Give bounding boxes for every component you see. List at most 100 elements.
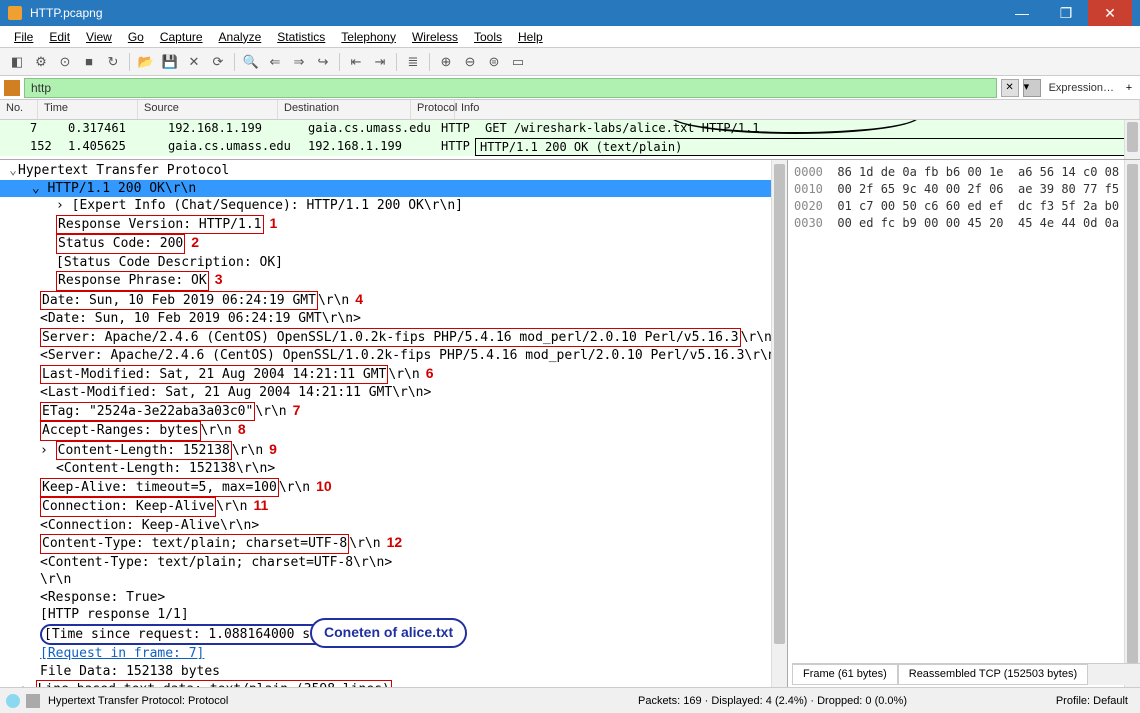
tb-stop-icon[interactable]: ■ (78, 51, 100, 73)
minimize-button[interactable]: — (1000, 0, 1044, 26)
tab-reassembled[interactable]: Reassembled TCP (152503 bytes) (898, 664, 1088, 685)
menu-capture[interactable]: Capture (152, 28, 211, 46)
menu-go[interactable]: Go (120, 28, 152, 46)
add-filter-button[interactable]: + (1122, 82, 1136, 94)
titlebar: HTTP.pcapng — ❐ ✕ (0, 0, 1140, 26)
tb-zoomout-icon[interactable]: ⊖ (459, 51, 481, 73)
detail-content-length-exp[interactable]: <Content-Length: 152138\r\n> (0, 460, 787, 478)
menu-statistics[interactable]: Statistics (269, 28, 333, 46)
detail-content-length[interactable]: › Content-Length: 152138\r\n9 (0, 441, 787, 461)
packet-row[interactable]: 152 1.405625 gaia.cs.umass.edu 192.168.1… (0, 138, 1140, 156)
capture-icon[interactable] (26, 694, 40, 708)
window-title: HTTP.pcapng (30, 6, 1000, 20)
packet-list-header: No. Time Source Destination Protocol Inf… (0, 100, 1140, 120)
packet-row[interactable]: 7 0.317461 192.168.1.199 gaia.cs.umass.e… (0, 120, 1140, 138)
detail-date[interactable]: Date: Sun, 10 Feb 2019 06:24:19 GMT\r\n4 (0, 291, 787, 311)
tb-next-icon[interactable]: ⇒ (288, 51, 310, 73)
tb-reload-icon[interactable]: ⟳ (207, 51, 229, 73)
statusbar: Hypertext Transfer Protocol: Protocol Pa… (0, 687, 1140, 713)
app-icon (8, 6, 22, 20)
window-buttons: — ❐ ✕ (1000, 0, 1132, 26)
expression-dropdown[interactable]: ▾ (1023, 79, 1041, 97)
detail-accept-ranges[interactable]: Accept-Ranges: bytes\r\n8 (0, 421, 787, 441)
hex-line: 0020 01 c7 00 50 c6 60 ed ef dc f3 5f 2a… (794, 198, 1134, 215)
col-destination[interactable]: Destination (278, 100, 411, 119)
bookmark-icon[interactable] (4, 80, 20, 96)
detail-content-type[interactable]: Content-Type: text/plain; charset=UTF-8\… (0, 534, 787, 554)
expert-icon[interactable] (6, 694, 20, 708)
col-info[interactable]: Info (455, 100, 1140, 119)
detail-server[interactable]: Server: Apache/2.4.6 (CentOS) OpenSSL/1.… (0, 328, 787, 348)
menu-analyze[interactable]: Analyze (211, 28, 270, 46)
clear-filter-button[interactable]: ✕ (1001, 79, 1019, 97)
detail-status-desc[interactable]: [Status Code Description: OK] (0, 254, 787, 272)
detail-etag[interactable]: ETag: "2524a-3e22aba3a03c0"\r\n7 (0, 402, 787, 422)
col-time[interactable]: Time (38, 100, 138, 119)
tb-zoomin-icon[interactable]: ⊕ (435, 51, 457, 73)
menu-view[interactable]: View (78, 28, 120, 46)
bytes-tabs: Frame (61 bytes) Reassembled TCP (152503… (792, 663, 1140, 685)
hex-scrollbar[interactable] (1124, 160, 1140, 713)
menu-telephony[interactable]: Telephony (333, 28, 404, 46)
tb-zoom100-icon[interactable]: ⊜ (483, 51, 505, 73)
detail-status-line[interactable]: ⌄ HTTP/1.1 200 OK\r\n (0, 180, 787, 198)
packet-bytes-pane[interactable]: 0000 86 1d de 0a fb b6 00 1e a6 56 14 c0… (788, 160, 1140, 713)
detail-date-exp[interactable]: <Date: Sun, 10 Feb 2019 06:24:19 GMT\r\n… (0, 310, 787, 328)
expression-label[interactable]: Expression… (1045, 82, 1118, 94)
menu-wireless[interactable]: Wireless (404, 28, 466, 46)
detail-file-data[interactable]: File Data: 152138 bytes (0, 663, 787, 681)
status-center: Packets: 169 · Displayed: 4 (2.4%) · Dro… (531, 695, 1014, 707)
detail-lastmod-exp[interactable]: <Last-Modified: Sat, 21 Aug 2004 14:21:1… (0, 384, 787, 402)
tb-resize-icon[interactable]: ▭ (507, 51, 529, 73)
tb-prev-icon[interactable]: ⇐ (264, 51, 286, 73)
status-left: Hypertext Transfer Protocol: Protocol (48, 695, 531, 707)
close-button[interactable]: ✕ (1088, 0, 1132, 26)
detail-response-phrase[interactable]: Response Phrase: OK3 (0, 271, 787, 291)
detail-connection-exp[interactable]: <Connection: Keep-Alive\r\n> (0, 517, 787, 535)
packet-details-pane[interactable]: ⌄Hypertext Transfer Protocol ⌄ HTTP/1.1 … (0, 160, 788, 713)
menu-help[interactable]: Help (510, 28, 551, 46)
detail-response-true[interactable]: <Response: True> (0, 589, 787, 607)
annotation-content-callout: Coneten of alice.txt (310, 618, 467, 648)
tb-restart-icon[interactable]: ↻ (102, 51, 124, 73)
packet-list[interactable]: 7 0.317461 192.168.1.199 gaia.cs.umass.e… (0, 120, 1140, 160)
detail-crlf[interactable]: \r\n (0, 571, 787, 589)
detail-expert-info[interactable]: › [Expert Info (Chat/Sequence): HTTP/1.1… (0, 197, 787, 215)
detail-content-type-exp[interactable]: <Content-Type: text/plain; charset=UTF-8… (0, 554, 787, 572)
detail-connection[interactable]: Connection: Keep-Alive\r\n11 (0, 497, 787, 517)
tb-find-icon[interactable]: 🔍 (240, 51, 262, 73)
tb-last-icon[interactable]: ⇥ (369, 51, 391, 73)
detail-root[interactable]: ⌄Hypertext Transfer Protocol (0, 162, 787, 180)
display-filter-input[interactable] (24, 78, 997, 98)
tb-options-icon[interactable]: ⚙ (30, 51, 52, 73)
menu-tools[interactable]: Tools (466, 28, 510, 46)
filter-bar: ✕ ▾ Expression… + (0, 76, 1140, 100)
tab-frame[interactable]: Frame (61 bytes) (792, 664, 898, 685)
status-profile[interactable]: Profile: Default (1014, 695, 1134, 707)
detail-request-in-frame[interactable]: [Request in frame: 7] (0, 645, 787, 663)
col-no[interactable]: No. (0, 100, 38, 119)
menu-edit[interactable]: Edit (41, 28, 78, 46)
tb-autoscroll-icon[interactable]: ≣ (402, 51, 424, 73)
detail-response-version[interactable]: Response Version: HTTP/1.11 (0, 215, 787, 235)
tb-interfaces-icon[interactable]: ◧ (6, 51, 28, 73)
tb-goto-icon[interactable]: ↪ (312, 51, 334, 73)
detail-keepalive[interactable]: Keep-Alive: timeout=5, max=100\r\n10 (0, 478, 787, 498)
menubar: File Edit View Go Capture Analyze Statis… (0, 26, 1140, 48)
col-protocol[interactable]: Protocol (411, 100, 455, 119)
maximize-button[interactable]: ❐ (1044, 0, 1088, 26)
tb-save-icon[interactable]: 💾 (159, 51, 181, 73)
menu-file[interactable]: File (6, 28, 41, 46)
hex-line: 0030 00 ed fc b9 00 00 45 20 45 4e 44 0d… (794, 215, 1134, 232)
col-source[interactable]: Source (138, 100, 278, 119)
hex-line: 0000 86 1d de 0a fb b6 00 1e a6 56 14 c0… (794, 164, 1134, 181)
detail-status-code[interactable]: Status Code: 2002 (0, 234, 787, 254)
tb-first-icon[interactable]: ⇤ (345, 51, 367, 73)
tb-close-icon[interactable]: ✕ (183, 51, 205, 73)
tb-start-icon[interactable]: ⊙ (54, 51, 76, 73)
detail-lastmod[interactable]: Last-Modified: Sat, 21 Aug 2004 14:21:11… (0, 365, 787, 385)
detail-server-exp[interactable]: <Server: Apache/2.4.6 (CentOS) OpenSSL/1… (0, 347, 787, 365)
tb-open-icon[interactable]: 📂 (135, 51, 157, 73)
details-scrollbar-v[interactable] (771, 160, 787, 713)
packetlist-scrollbar[interactable] (1124, 120, 1140, 159)
